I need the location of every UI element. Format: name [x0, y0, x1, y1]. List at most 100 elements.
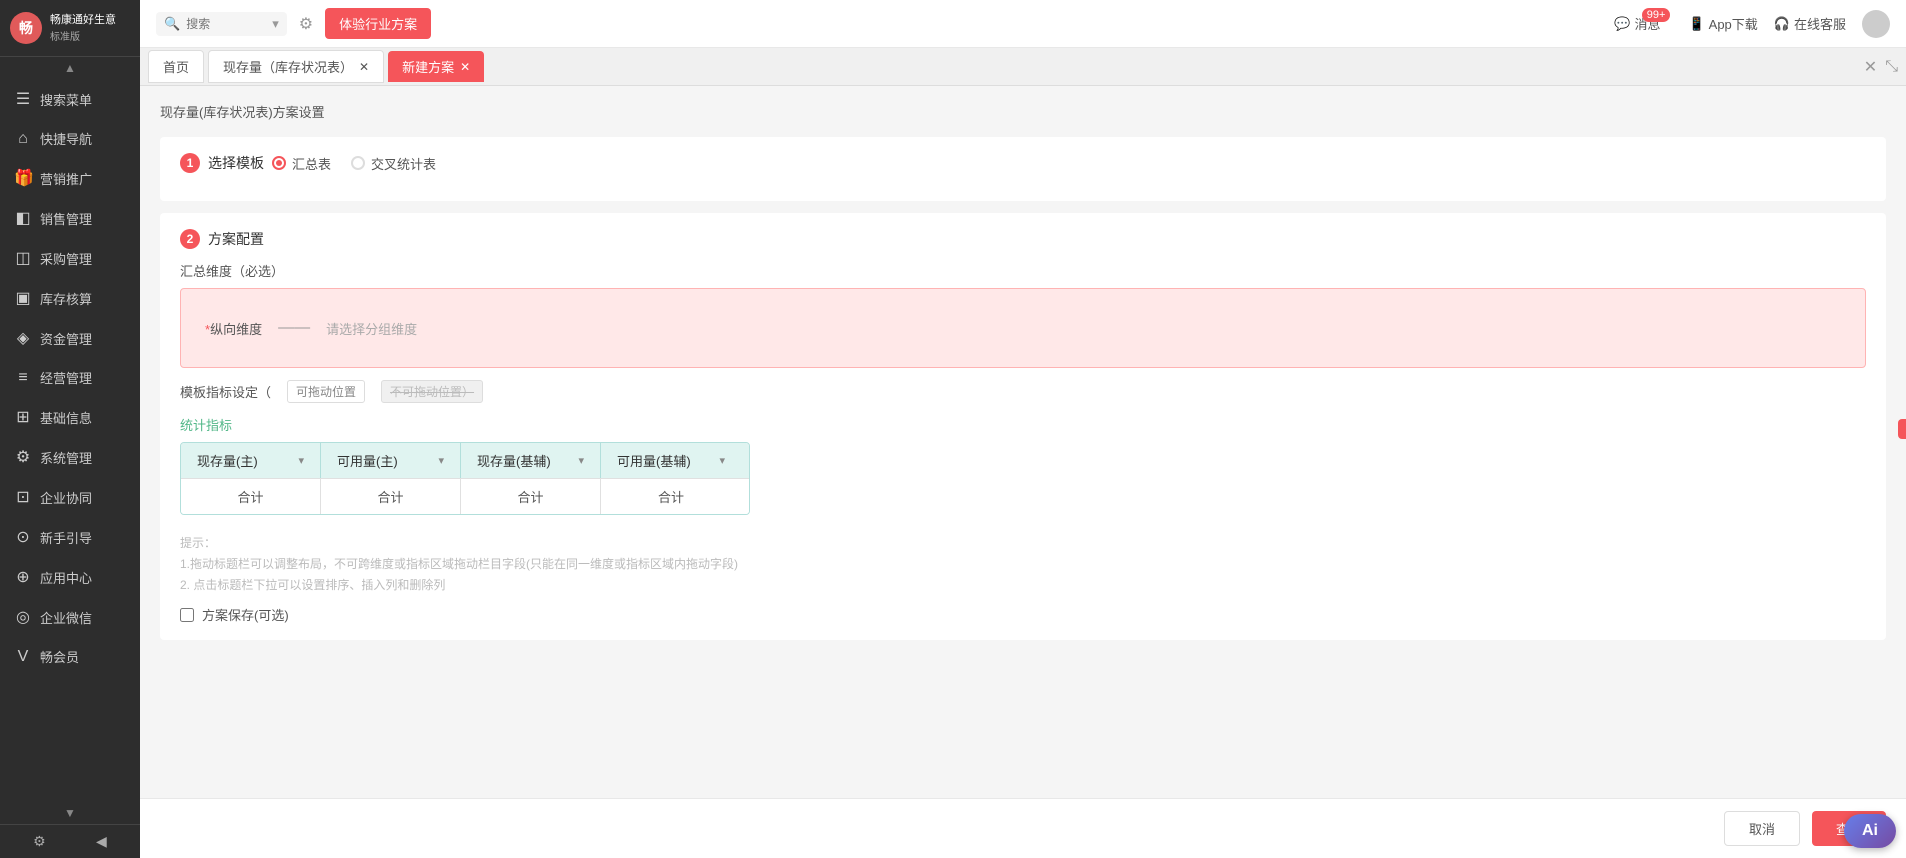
dimension-placeholder: 请选择分组维度	[326, 319, 417, 338]
tab-inventory-status[interactable]: 现存量（库存状况表） ✕	[208, 50, 384, 83]
stats-col4-label: 可用量(基辅)	[617, 451, 691, 470]
messages-button[interactable]: 💬 消息 99+	[1614, 14, 1660, 33]
stats-data-col4: 合计	[601, 479, 741, 514]
sidebar-item-label: 营销推广	[40, 169, 92, 188]
home-icon: ⌂	[14, 130, 32, 148]
step1-section: 1 选择模板 汇总表 交叉统计表	[160, 137, 1886, 201]
sales-icon: ◧	[14, 208, 32, 228]
sidebar-item-label: 快捷导航	[40, 129, 92, 148]
sidebar-item-label: 基础信息	[40, 408, 92, 427]
sidebar-item-label: 销售管理	[40, 209, 92, 228]
chevron-down-icon-col3[interactable]: ▾	[578, 454, 584, 467]
radio-cross-label: 交叉统计表	[371, 154, 436, 173]
save-label: 方案保存(可选)	[202, 605, 289, 624]
sidebar-scroll-up[interactable]: ▲	[0, 57, 140, 79]
stats-header-col2[interactable]: 可用量(主) ▾	[321, 443, 461, 478]
chevron-down-icon-col4[interactable]: ▾	[719, 454, 725, 467]
gear-icon[interactable]: ⚙	[299, 14, 313, 34]
user-avatar[interactable]	[1862, 10, 1890, 38]
sidebar-item-operations[interactable]: ≡ 经营管理	[0, 358, 140, 397]
stats-data-col2: 合计	[321, 479, 461, 514]
trial-button[interactable]: 体验行业方案	[325, 8, 431, 39]
search-box[interactable]: 🔍 ▾	[156, 12, 287, 36]
app-download-label: App下载	[1709, 14, 1758, 33]
brand-icon: 畅	[10, 12, 42, 44]
window-expand-icon[interactable]: ⤡	[1885, 58, 1898, 76]
online-service-label: 在线客服	[1794, 14, 1846, 33]
wechat-icon: ◎	[14, 607, 32, 627]
search-dropdown-icon[interactable]: ▾	[272, 16, 279, 32]
sidebar-item-enterprise[interactable]: ⊡ 企业协同	[0, 477, 140, 517]
sidebar-scroll-down[interactable]: ▼	[0, 802, 140, 824]
dimension-divider: ——	[278, 319, 310, 337]
stats-header-col4[interactable]: 可用量(基辅) ▾	[601, 443, 741, 478]
settings-icon[interactable]: ⚙	[33, 833, 46, 850]
membership-icon: V	[14, 648, 32, 666]
summary-dimension-label: 汇总维度（必选）	[180, 261, 1866, 280]
tab-new-plan[interactable]: 新建方案 ✕	[388, 51, 484, 82]
sidebar-item-quick-nav[interactable]: ⌂ 快捷导航	[0, 119, 140, 158]
step2-badge: 2	[180, 229, 200, 249]
indicator-row: 模板指标设定（ 可拖动位置 不可拖动位置）	[180, 380, 1866, 403]
sidebar-item-wechat[interactable]: ◎ 企业微信	[0, 597, 140, 637]
stats-header-col1[interactable]: 现存量(主) ▾	[181, 443, 321, 478]
tab-inventory-status-label: 现存量（库存状况表）	[223, 57, 353, 76]
dimension-area[interactable]: *纵向维度 —— 请选择分组维度	[180, 288, 1866, 368]
inventory-icon: ▣	[14, 288, 32, 308]
sidebar-item-newbie[interactable]: ⊙ 新手引导	[0, 517, 140, 557]
sidebar-item-basic-info[interactable]: ⊞ 基础信息	[0, 397, 140, 437]
sidebar-item-purchase[interactable]: ◫ 采购管理	[0, 238, 140, 278]
ai-button[interactable]: Ai	[1844, 814, 1896, 848]
tips-section: 提示： 1.拖动标题栏可以调整布局，不可跨维度或指标区域拖动栏目字段(只能在同一…	[180, 534, 1866, 593]
sidebar-item-label: 畅会员	[40, 647, 79, 666]
brand-area: 畅 畅康通好生意 标准版	[0, 0, 140, 57]
sidebar-item-search-menu[interactable]: ☰ 搜索菜单	[0, 79, 140, 119]
stats-header-col3[interactable]: 现存量(基辅) ▾	[461, 443, 601, 478]
search-input[interactable]	[186, 17, 266, 31]
sidebar-item-label: 资金管理	[40, 329, 92, 348]
sidebar-item-label: 应用中心	[40, 568, 92, 587]
sidebar-item-finance[interactable]: ◈ 资金管理	[0, 318, 140, 358]
tab-home-label: 首页	[163, 57, 189, 76]
tab-new-plan-close[interactable]: ✕	[460, 60, 470, 74]
stats-data-row: 合计 合计 合计 合计	[181, 478, 749, 514]
save-checkbox[interactable]	[180, 608, 194, 622]
radio-summary-label: 汇总表	[292, 154, 331, 173]
sidebar-item-label: 新手引导	[40, 528, 92, 547]
stats-data-col3: 合计	[461, 479, 601, 514]
tab-inventory-status-close[interactable]: ✕	[359, 60, 369, 74]
radio-cross[interactable]: 交叉统计表	[351, 154, 436, 173]
operations-icon: ≡	[14, 369, 32, 387]
stats-data-col1: 合计	[181, 479, 321, 514]
collapse-icon[interactable]: ◀	[96, 833, 107, 850]
online-service-button[interactable]: 🎧 在线客服	[1774, 14, 1846, 33]
sidebar-item-label: 企业微信	[40, 608, 92, 627]
chevron-down-icon-col2[interactable]: ▾	[438, 454, 444, 467]
right-edge-tab[interactable]	[1898, 419, 1906, 439]
sidebar-item-sales[interactable]: ◧ 销售管理	[0, 198, 140, 238]
footer-bar: 取消 查询	[140, 798, 1906, 858]
sidebar-item-system[interactable]: ⚙ 系统管理	[0, 437, 140, 477]
tabbar: 首页 现存量（库存状况表） ✕ 新建方案 ✕ ✕ ⤡	[140, 48, 1906, 86]
stats-col2-label: 可用量(主)	[337, 451, 398, 470]
sidebar-item-label: 系统管理	[40, 448, 92, 467]
chevron-down-icon-col1[interactable]: ▾	[298, 454, 304, 467]
cancel-button[interactable]: 取消	[1724, 811, 1800, 846]
step2-header: 2 方案配置	[180, 229, 1866, 249]
draggable-tag: 可拖动位置	[287, 380, 365, 403]
no-drag-tag: 不可拖动位置）	[381, 380, 483, 403]
tab-new-plan-label: 新建方案	[402, 57, 454, 76]
sidebar-item-app-center[interactable]: ⊕ 应用中心	[0, 557, 140, 597]
tab-home[interactable]: 首页	[148, 50, 204, 83]
radio-summary[interactable]: 汇总表	[272, 154, 331, 173]
sidebar-item-label: 企业协同	[40, 488, 92, 507]
sidebar-item-membership[interactable]: V 畅会员	[0, 637, 140, 676]
headset-icon: 🎧	[1774, 16, 1790, 32]
app-download-button[interactable]: 📱 App下载	[1688, 14, 1757, 33]
sidebar-item-marketing[interactable]: 🎁 营销推广	[0, 158, 140, 198]
window-close-icon[interactable]: ✕	[1864, 57, 1877, 77]
messages-count: 99+	[1642, 8, 1671, 22]
sidebar-item-inventory[interactable]: ▣ 库存核算	[0, 278, 140, 318]
basic-info-icon: ⊞	[14, 407, 32, 427]
step1-badge: 1	[180, 153, 200, 173]
